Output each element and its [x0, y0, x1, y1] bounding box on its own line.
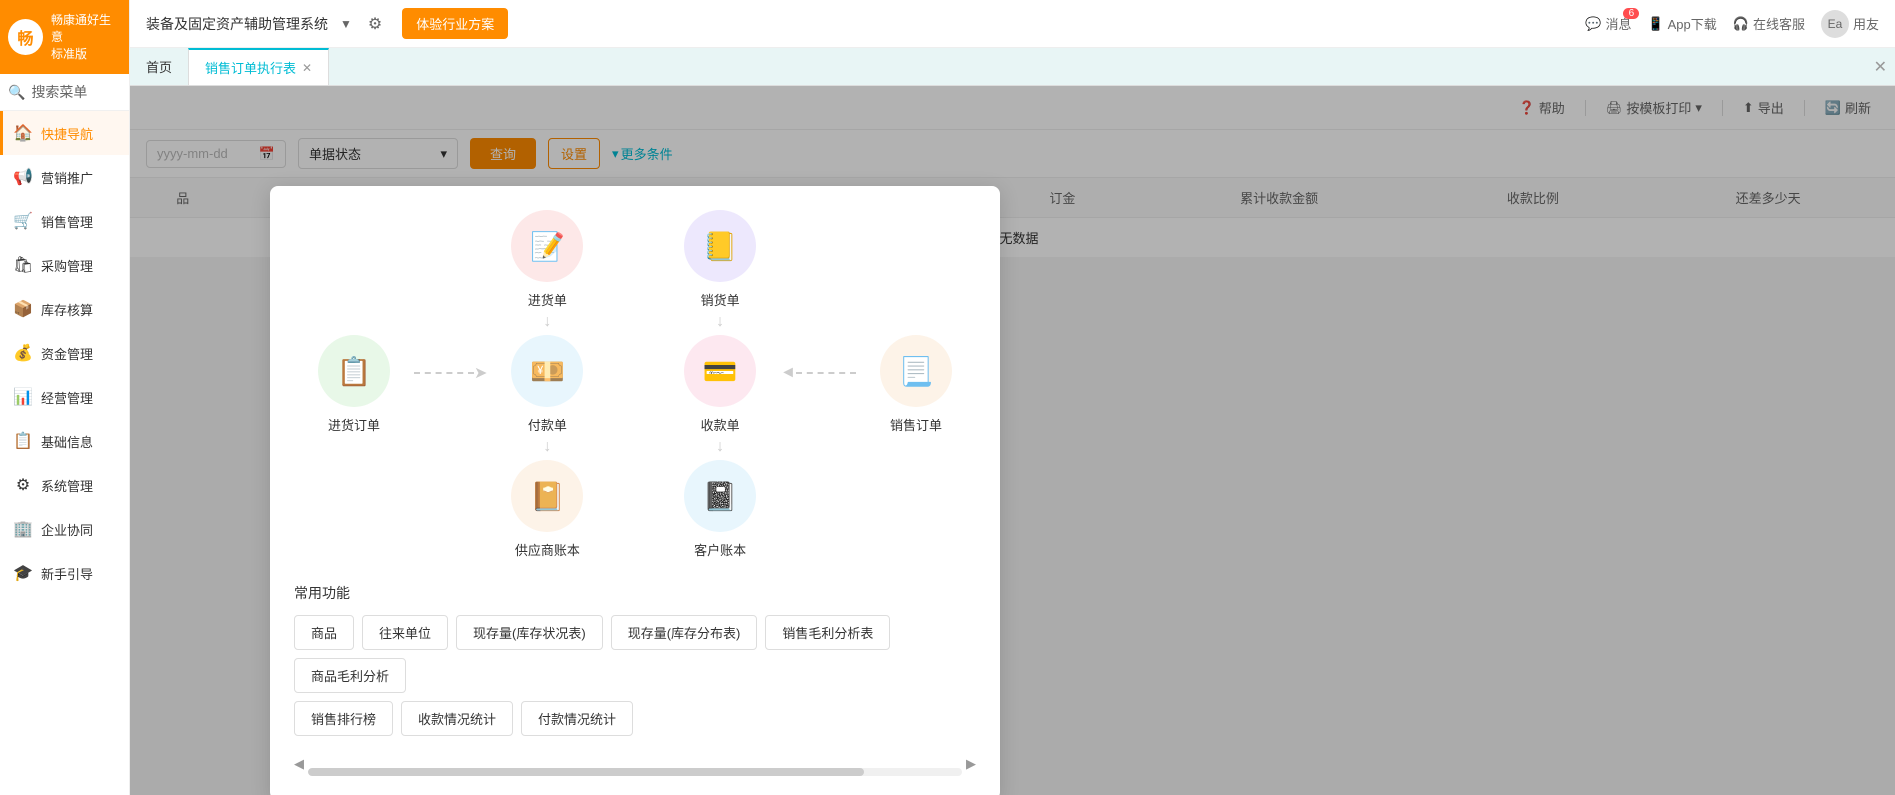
- arrow-purchase-to-bill: ➤: [414, 363, 487, 407]
- sidebar: 畅 畅康通好生意 标准版 🔍 搜索菜单 🏠 快捷导航 📢 营销推广 🛒 销售管理: [0, 0, 130, 795]
- sidebar-item-inventory[interactable]: 📦 库存核算: [0, 287, 129, 331]
- down-arrow-supplier: ↓: [543, 438, 551, 456]
- tabs-bar: 首页 销售订单执行表 ✕ ✕: [130, 48, 1895, 86]
- sidebar-item-newbie[interactable]: 🎓 新手引导: [0, 551, 129, 595]
- marketing-icon: 📢: [13, 167, 33, 187]
- service-icon: 🎧: [1733, 16, 1749, 32]
- sidebar-nav: 🏠 快捷导航 📢 营销推广 🛒 销售管理 🛍 采购管理 📦 库存核算 💰: [0, 111, 129, 795]
- flow-col-left: 📋 进货订单 ➤ 📝: [294, 210, 607, 559]
- tabs-close-button[interactable]: ✕: [1874, 57, 1887, 77]
- flow-col-purchase-bill: 📝 进货单 ↓ 💴 付款单 ↓: [487, 210, 607, 559]
- online-service-item[interactable]: 🎧 在线客服: [1733, 14, 1805, 33]
- scroll-left-icon[interactable]: ◀: [294, 756, 304, 772]
- btn-product[interactable]: 商品: [294, 615, 354, 650]
- experience-button[interactable]: 体验行业方案: [402, 8, 508, 39]
- enterprise-icon: 🏢: [13, 519, 33, 539]
- flow-item-customer-ledger[interactable]: 📓 客户账本: [660, 460, 780, 559]
- sidebar-item-purchase[interactable]: 🛍 采购管理: [0, 243, 129, 287]
- finance-icon: 💰: [13, 343, 33, 363]
- modal-scrollbar[interactable]: [308, 768, 962, 776]
- system-title: 装备及固定资产辅助管理系统: [146, 14, 328, 34]
- sales-icon: 🛒: [13, 211, 33, 231]
- btn-current-stock-dist[interactable]: 现存量(库存分布表): [611, 615, 758, 650]
- newbie-icon: 🎓: [13, 563, 33, 583]
- dropdown-icon[interactable]: ▼: [340, 17, 352, 31]
- btn-payment-stats[interactable]: 付款情况统计: [521, 701, 633, 736]
- page-area: ❓ 帮助 🖨 按模板打印 ▾ ⬆ 导出 🔄 刷新: [130, 86, 1895, 795]
- tab-home[interactable]: 首页: [130, 49, 188, 84]
- receipt-icon: 💳: [684, 335, 756, 407]
- common-buttons-row-2: 销售排行榜 收款情况统计 付款情况统计: [294, 701, 976, 736]
- main-content: 装备及固定资产辅助管理系统 ▼ ⚙ 体验行业方案 💬 消息 6 📱 App下载 …: [130, 0, 1895, 795]
- scrollbar-thumb: [308, 768, 864, 776]
- down-arrow-receipt: ↓: [716, 313, 724, 331]
- btn-trading-unit[interactable]: 往来单位: [362, 615, 448, 650]
- flow-col-sales-bill: 📒 销货单 ↓ 💳 收款单 ↓: [660, 210, 780, 559]
- top-header: 装备及固定资产辅助管理系统 ▼ ⚙ 体验行业方案 💬 消息 6 📱 App下载 …: [130, 0, 1895, 48]
- down-arrow-payment: ↓: [543, 313, 551, 331]
- sidebar-item-system[interactable]: ⚙ 系统管理: [0, 463, 129, 507]
- common-section: 常用功能 商品 往来单位 现存量(库存状况表) 现存量(库存分布表) 销售毛利分…: [294, 583, 976, 736]
- purchase-order-icon: 📋: [318, 335, 390, 407]
- header-right: 💬 消息 6 📱 App下载 🎧 在线客服 Ea 用友: [1585, 10, 1879, 38]
- modal-overlay[interactable]: 📋 进货订单 ➤ 📝: [130, 86, 1895, 795]
- scroll-right-icon[interactable]: ▶: [966, 756, 976, 772]
- flow-item-sales-bill[interactable]: 📒 销货单: [660, 210, 780, 309]
- sidebar-item-operations[interactable]: 📊 经营管理: [0, 375, 129, 419]
- sidebar-item-finance[interactable]: 💰 资金管理: [0, 331, 129, 375]
- flow-item-purchase-bill[interactable]: 📝 进货单: [487, 210, 607, 309]
- flow-item-receipt[interactable]: 💳 收款单: [660, 335, 780, 434]
- logo-icon: 畅: [8, 19, 43, 55]
- inventory-icon: 📦: [13, 299, 33, 319]
- sidebar-item-basic[interactable]: 📋 基础信息: [0, 419, 129, 463]
- sidebar-item-quick-nav[interactable]: 🏠 快捷导航: [0, 111, 129, 155]
- tab-close-icon[interactable]: ✕: [302, 61, 312, 75]
- sidebar-search[interactable]: 🔍 搜索菜单: [0, 74, 129, 111]
- sales-bill-icon: 📒: [684, 210, 756, 282]
- logo-text: 畅康通好生意 标准版: [51, 12, 121, 62]
- customer-ledger-icon: 📓: [684, 460, 756, 532]
- purchase-bill-icon: 📝: [511, 210, 583, 282]
- search-icon: 🔍: [8, 84, 25, 101]
- basic-icon: 📋: [13, 431, 33, 451]
- settings-icon[interactable]: ⚙: [368, 14, 382, 34]
- message-badge: 6: [1623, 8, 1639, 19]
- tab-sales-order-exec[interactable]: 销售订单执行表 ✕: [188, 48, 329, 85]
- message-item[interactable]: 💬 消息 6: [1585, 14, 1631, 33]
- operations-icon: 📊: [13, 387, 33, 407]
- purchase-icon: 🛍: [13, 255, 33, 275]
- quick-nav-icon: 🏠: [13, 123, 33, 143]
- modal-scroll-container: ◀ ▶: [294, 752, 976, 776]
- sidebar-item-enterprise[interactable]: 🏢 企业协同: [0, 507, 129, 551]
- flow-item-supplier-ledger[interactable]: 📔 供应商账本: [487, 460, 607, 559]
- app-icon: 📱: [1647, 16, 1663, 32]
- btn-sales-ranking[interactable]: 销售排行榜: [294, 701, 393, 736]
- arrow-sales-order-to-bill: ◄: [780, 364, 856, 406]
- flow-item-sales-order[interactable]: 📃 销售订单: [856, 335, 976, 434]
- common-buttons-row-1: 商品 往来单位 现存量(库存状况表) 现存量(库存分布表) 销售毛利分析表 商品…: [294, 615, 976, 693]
- app-download-item[interactable]: 📱 App下载: [1647, 14, 1716, 33]
- sidebar-item-marketing[interactable]: 📢 营销推广: [0, 155, 129, 199]
- payment-icon: 💴: [511, 335, 583, 407]
- sidebar-logo[interactable]: 畅 畅康通好生意 标准版: [0, 0, 129, 74]
- flow-section: 📋 进货订单 ➤ 📝: [294, 210, 976, 559]
- system-icon: ⚙: [13, 475, 33, 495]
- flow-col-right: 📒 销货单 ↓ 💳 收款单 ↓: [660, 210, 976, 559]
- btn-product-margin[interactable]: 商品毛利分析: [294, 658, 406, 693]
- flow-item-payment[interactable]: 💴 付款单: [487, 335, 607, 434]
- btn-current-stock-status[interactable]: 现存量(库存状况表): [456, 615, 603, 650]
- user-item[interactable]: Ea 用友: [1821, 10, 1879, 38]
- quick-nav-modal: 📋 进货订单 ➤ 📝: [270, 186, 1000, 795]
- supplier-ledger-icon: 📔: [511, 460, 583, 532]
- sales-order-icon: 📃: [880, 335, 952, 407]
- common-functions-title: 常用功能: [294, 583, 976, 603]
- btn-receipt-stats[interactable]: 收款情况统计: [401, 701, 513, 736]
- sidebar-item-sales[interactable]: 🛒 销售管理: [0, 199, 129, 243]
- btn-sales-margin-report[interactable]: 销售毛利分析表: [765, 615, 890, 650]
- flow-item-purchase-order[interactable]: 📋 进货订单: [294, 335, 414, 434]
- avatar: Ea: [1821, 10, 1849, 38]
- message-icon: 💬: [1585, 16, 1601, 32]
- down-arrow-customer: ↓: [716, 438, 724, 456]
